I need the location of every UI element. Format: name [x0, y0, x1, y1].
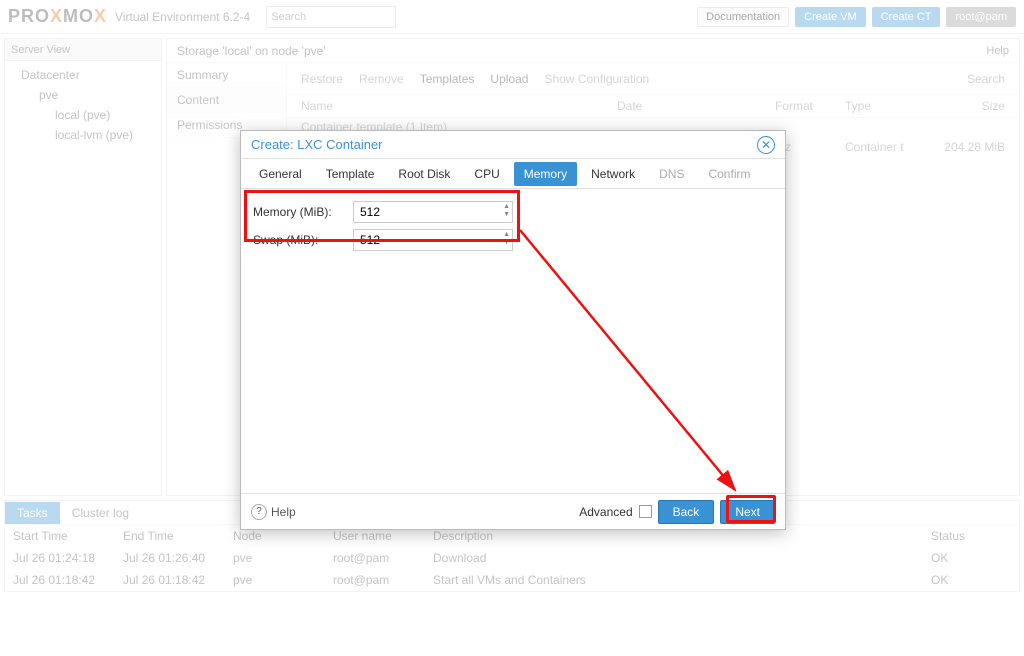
next-button[interactable]: Next: [720, 500, 775, 524]
dialog-title: Create: LXC Container: [251, 137, 383, 152]
advanced-label: Advanced: [579, 505, 632, 519]
memory-label: Memory (MiB):: [253, 205, 353, 219]
dialog-help-button[interactable]: Help: [251, 504, 296, 520]
tab-confirm: Confirm: [698, 162, 760, 186]
tab-general[interactable]: General: [249, 162, 312, 186]
close-icon[interactable]: ✕: [757, 136, 775, 154]
back-button[interactable]: Back: [658, 500, 715, 524]
tab-dns: DNS: [649, 162, 694, 186]
tab-rootdisk[interactable]: Root Disk: [388, 162, 460, 186]
tab-memory[interactable]: Memory: [514, 162, 577, 186]
swap-label: Swap (MiB):: [253, 233, 353, 247]
tab-cpu[interactable]: CPU: [464, 162, 509, 186]
memory-input[interactable]: [353, 201, 513, 223]
tab-template[interactable]: Template: [316, 162, 385, 186]
swap-input[interactable]: [353, 229, 513, 251]
spinner-icon[interactable]: ▲▼: [503, 231, 510, 247]
advanced-checkbox[interactable]: [639, 505, 652, 518]
tab-network[interactable]: Network: [581, 162, 645, 186]
spinner-icon[interactable]: ▲▼: [503, 203, 510, 219]
create-lxc-dialog: Create: LXC Container ✕ General Template…: [240, 130, 786, 530]
